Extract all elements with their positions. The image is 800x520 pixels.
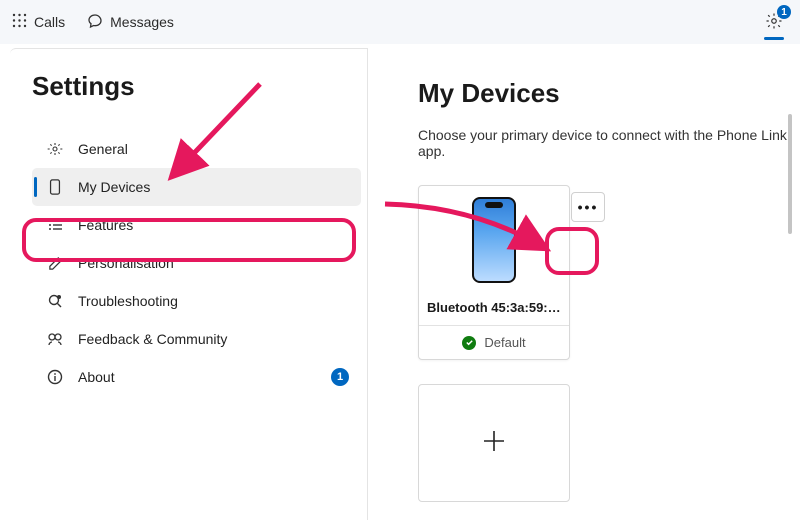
features-icon	[46, 218, 64, 232]
nav-messages-label: Messages	[110, 14, 174, 30]
sidebar-item-label: Features	[78, 217, 133, 233]
about-badge: 1	[331, 368, 349, 386]
sidebar-item-troubleshooting[interactable]: Troubleshooting	[32, 282, 361, 320]
sidebar-item-label: Personalisation	[78, 255, 174, 271]
chat-icon	[87, 13, 103, 32]
page-title: My Devices	[418, 78, 800, 109]
settings-title: Settings	[32, 71, 361, 102]
info-icon	[46, 369, 64, 385]
device-thumbnail	[419, 186, 569, 294]
settings-sidebar: Settings General My Devices Features	[10, 48, 368, 520]
settings-badge: 1	[777, 5, 791, 19]
sidebar-item-label: My Devices	[78, 179, 150, 195]
nav-messages[interactable]: Messages	[87, 13, 174, 32]
dialpad-icon	[12, 13, 27, 31]
pencil-icon	[46, 256, 64, 271]
sidebar-item-label: General	[78, 141, 128, 157]
nav-calls-label: Calls	[34, 14, 65, 30]
top-bar: Calls Messages 1	[0, 0, 800, 44]
ellipsis-icon: •••	[578, 199, 599, 215]
settings-nav-list: General My Devices Features Personalisat…	[32, 130, 361, 396]
sidebar-item-label: Feedback & Community	[78, 331, 227, 347]
sidebar-item-personalisation[interactable]: Personalisation	[32, 244, 361, 282]
sidebar-item-about[interactable]: About 1	[32, 358, 361, 396]
check-icon	[462, 336, 476, 350]
device-card[interactable]: ••• Bluetooth 45:3a:59:f5:3... Default	[418, 185, 570, 360]
nav-calls[interactable]: Calls	[12, 13, 65, 31]
settings-button[interactable]: 1	[760, 8, 788, 36]
device-more-button[interactable]: •••	[571, 192, 605, 222]
add-device-card[interactable]	[418, 384, 570, 502]
content-panel: My Devices Choose your primary device to…	[368, 44, 800, 520]
device-name: Bluetooth 45:3a:59:f5:3...	[419, 294, 569, 325]
sidebar-item-label: About	[78, 369, 115, 385]
feedback-icon	[46, 331, 64, 347]
sidebar-item-features[interactable]: Features	[32, 206, 361, 244]
troubleshoot-icon	[46, 293, 64, 309]
sidebar-item-my-devices[interactable]: My Devices	[32, 168, 361, 206]
sidebar-item-label: Troubleshooting	[78, 293, 178, 309]
sidebar-item-feedback[interactable]: Feedback & Community	[32, 320, 361, 358]
plus-icon	[481, 425, 507, 462]
phone-icon	[46, 179, 64, 195]
sidebar-item-general[interactable]: General	[32, 130, 361, 168]
page-subtitle: Choose your primary device to connect wi…	[418, 127, 800, 159]
phone-icon	[472, 197, 516, 283]
scrollbar[interactable]	[788, 114, 792, 234]
device-status: Default	[419, 325, 569, 359]
gear-icon	[46, 141, 64, 157]
device-status-label: Default	[484, 335, 525, 350]
